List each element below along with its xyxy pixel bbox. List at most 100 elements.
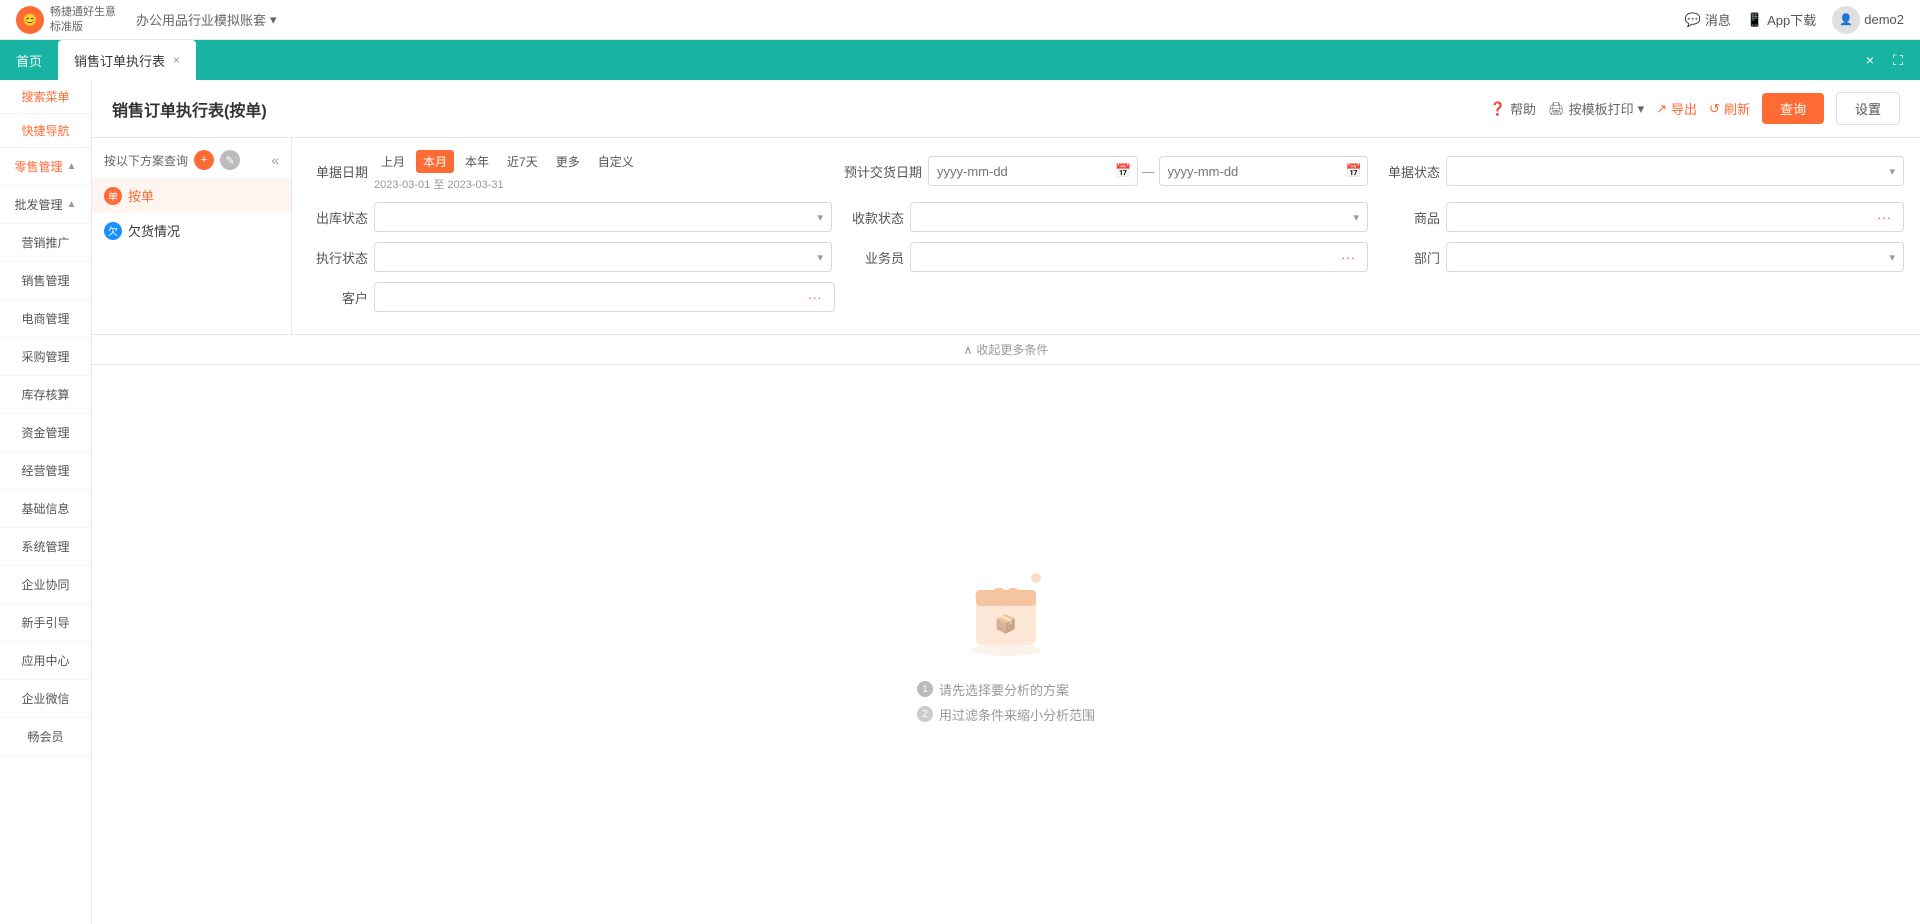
sidebar-item-label: 畅会员	[27, 728, 63, 745]
sidebar-item-app-center[interactable]: 应用中心	[0, 642, 91, 680]
sidebar: 搜索菜单 快捷导航 零售管理 ▲ 批发管理 ▲ 营销推广 销售管理 电商管理 采…	[0, 80, 92, 924]
sidebar-item-finance[interactable]: 资金管理	[0, 414, 91, 452]
tab-home[interactable]: 首页	[0, 40, 58, 80]
print-dropdown-arrow: ▾	[1638, 101, 1645, 117]
tab-close-icon[interactable]: ×	[173, 53, 180, 67]
refresh-icon: ↺	[1709, 101, 1720, 117]
sidebar-item-enterprise-collab[interactable]: 企业协同	[0, 566, 91, 604]
search-button[interactable]: 查询	[1762, 93, 1824, 124]
sidebar-item-marketing[interactable]: 营销推广	[0, 224, 91, 262]
plan-order-icon: 单	[104, 187, 122, 205]
tab-active[interactable]: 销售订单执行表 ×	[58, 40, 196, 80]
sidebar-item-label: 企业协同	[21, 576, 69, 593]
help-button[interactable]: ❓ 帮助	[1490, 99, 1536, 118]
print-icon: 🖨	[1548, 101, 1565, 117]
date-to-input[interactable]	[1159, 156, 1369, 186]
collapse-panel-button[interactable]: «	[271, 152, 279, 168]
filter-row-2: 出库状态 ▾ 收款状态 ▾ 商品	[308, 202, 1904, 232]
sidebar-item-newcomer-guide[interactable]: 新手引导	[0, 604, 91, 642]
settings-button[interactable]: 设置	[1836, 92, 1900, 125]
sidebar-search[interactable]: 搜索菜单	[0, 80, 91, 114]
add-plan-button[interactable]: +	[194, 150, 214, 170]
edit-plan-button[interactable]: ✎	[220, 150, 240, 170]
sidebar-item-label: 采购管理	[21, 348, 69, 365]
top-bar-left: 😊 畅捷通好生意 标准版 办公用品行业模拟账套 ▾	[16, 5, 277, 34]
tab-maximize-icon[interactable]: ⛶	[1888, 50, 1908, 70]
more-btn[interactable]: 更多	[549, 150, 587, 173]
out-stock-select[interactable]: ▾	[374, 202, 832, 232]
sidebar-item-wholesale-mgmt[interactable]: 批发管理 ▲	[0, 186, 91, 224]
sidebar-item-membership[interactable]: 畅会员	[0, 718, 91, 756]
sidebar-item-label: 销售管理	[21, 272, 69, 289]
salesperson-select[interactable]: ···	[910, 242, 1368, 272]
salesperson-ellipsis-icon[interactable]: ···	[1337, 249, 1359, 265]
sidebar-item-sales-mgmt[interactable]: 销售管理	[0, 262, 91, 300]
filter-row-3: 执行状态 ▾ 业务员 ··· 部门	[308, 242, 1904, 272]
out-stock-label: 出库状态	[308, 208, 368, 227]
filter-plan-item-shortage[interactable]: 欠 欠货情况	[92, 213, 291, 248]
custom-btn[interactable]: 自定义	[591, 150, 641, 173]
app-download-button[interactable]: 📱 App下载	[1747, 10, 1816, 29]
message-button[interactable]: 💬 消息	[1685, 10, 1731, 29]
svg-text:📦: 📦	[995, 613, 1017, 634]
last-7-days-btn[interactable]: 近7天	[500, 150, 545, 173]
template-print-button[interactable]: 🖨 按模板打印 ▾	[1548, 99, 1644, 118]
sidebar-item-enterprise-wechat[interactable]: 企业微信	[0, 680, 91, 718]
calendar-from-icon: 📅	[1115, 163, 1131, 179]
sidebar-item-inventory[interactable]: 库存核算	[0, 376, 91, 414]
plus-icon: +	[201, 154, 207, 166]
date-from-wrap: 📅	[928, 156, 1138, 186]
customer-select[interactable]: ···	[374, 282, 835, 312]
collapse-more-filters[interactable]: ∧ 收起更多条件	[92, 335, 1920, 365]
sidebar-item-system-mgmt[interactable]: 系统管理	[0, 528, 91, 566]
sidebar-item-ecommerce[interactable]: 电商管理	[0, 300, 91, 338]
collection-label: 收款状态	[844, 208, 904, 227]
sidebar-item-basic-info[interactable]: 基础信息	[0, 490, 91, 528]
chevron-down-icon: ▾	[1889, 251, 1895, 264]
department-select[interactable]: ▾	[1446, 242, 1904, 272]
collection-select[interactable]: ▾	[910, 202, 1368, 232]
top-bar-right: 💬 消息 📱 App下载 👤 demo2	[1685, 6, 1904, 34]
logo-area: 😊 畅捷通好生意 标准版	[16, 5, 116, 34]
filter-left-panel: 按以下方案查询 + ✎ « 单 按单 欠 欠货情况	[92, 138, 292, 334]
download-icon: 📱	[1747, 12, 1763, 28]
refresh-button[interactable]: ↺ 刷新	[1709, 99, 1750, 118]
chevron-down-icon: ▾	[1889, 165, 1895, 178]
sidebar-item-operations[interactable]: 经营管理	[0, 452, 91, 490]
edit-icon: ✎	[225, 154, 234, 167]
exec-status-select[interactable]: ▾	[374, 242, 832, 272]
goods-select[interactable]: ···	[1446, 202, 1904, 232]
current-year-btn[interactable]: 本年	[458, 150, 496, 173]
sidebar-item-purchase-mgmt[interactable]: 采购管理	[0, 338, 91, 376]
sidebar-item-label: 资金管理	[21, 424, 69, 441]
customer-ellipsis-icon[interactable]: ···	[804, 289, 826, 305]
avatar: 👤	[1832, 6, 1860, 34]
sidebar-item-label: 营销推广	[21, 234, 69, 251]
sidebar-item-label: 电商管理	[21, 310, 69, 327]
user-profile[interactable]: 👤 demo2	[1832, 6, 1904, 34]
sidebar-item-retail-mgmt[interactable]: 零售管理 ▲	[0, 148, 91, 186]
collapse-up-icon: ∧	[964, 343, 973, 357]
single-status-select[interactable]: ▾	[1446, 156, 1904, 186]
tab-minimize-icon[interactable]: ×	[1860, 50, 1880, 70]
logo-icon: 😊	[16, 6, 44, 34]
sidebar-item-label: 企业微信	[21, 690, 69, 707]
breadcrumb-arrow-icon: ▾	[270, 12, 277, 28]
filter-field-department: 部门 ▾	[1380, 242, 1904, 272]
filter-plan-item-order[interactable]: 单 按单	[92, 178, 291, 213]
breadcrumb[interactable]: 办公用品行业模拟账套 ▾	[136, 10, 277, 29]
filter-field-exec-status: 执行状态 ▾	[308, 242, 832, 272]
chevron-down-icon: ▾	[1353, 211, 1359, 224]
filter-section: 按以下方案查询 + ✎ « 单 按单 欠 欠货情况	[92, 138, 1920, 335]
sidebar-shortcut-nav[interactable]: 快捷导航	[0, 114, 91, 148]
customer-label: 客户	[308, 288, 368, 307]
current-month-btn[interactable]: 本月	[416, 150, 454, 173]
date-separator: —	[1142, 164, 1155, 179]
export-button[interactable]: ↗ 导出	[1656, 99, 1697, 118]
goods-ellipsis-icon[interactable]: ···	[1873, 209, 1895, 225]
filter-row-1: 单据日期 上月 本月 本年 近7天 更多 自定义 2023-03-01 至 20…	[308, 150, 1904, 192]
sidebar-item-label: 系统管理	[21, 538, 69, 555]
prev-month-btn[interactable]: 上月	[374, 150, 412, 173]
date-range-display: 2023-03-01 至 2023-03-31	[374, 176, 832, 192]
date-from-input[interactable]	[928, 156, 1138, 186]
